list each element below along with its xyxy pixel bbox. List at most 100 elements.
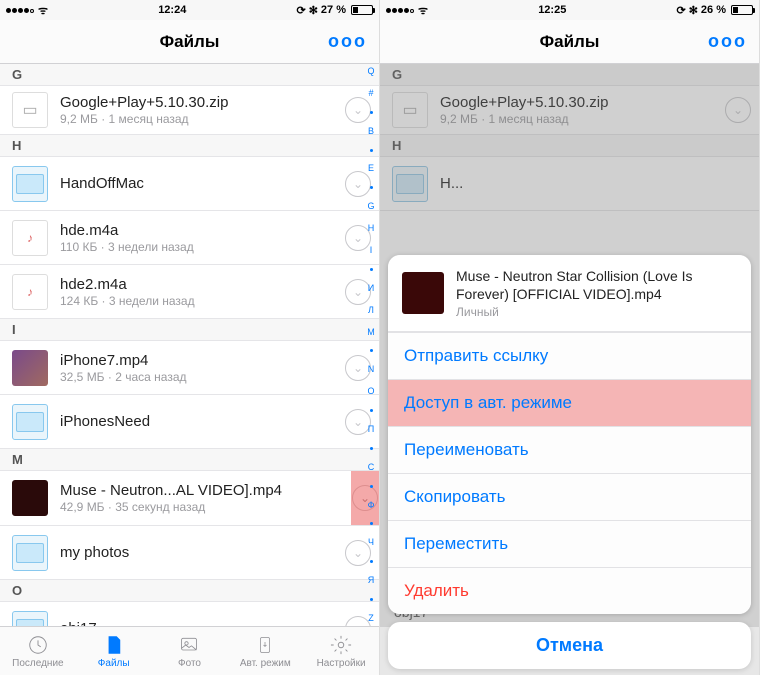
sheet-file-title: Muse - Neutron Star Collision (Love Is F… [456, 267, 737, 303]
screen-left: ᯤ 12:24 ⟳ ✻ 27 % Файлы ooo G▭Google+Play… [0, 0, 380, 675]
index-letter[interactable]: E [368, 164, 374, 173]
index-letter[interactable]: Z [368, 614, 374, 623]
status-time: 12:24 [158, 4, 186, 16]
index-letter[interactable]: G [367, 202, 374, 211]
screen-right: ᯤ 12:25 ⟳ ✻ 26 % Файлы ooo G ▭ Google+Pl… [380, 0, 760, 675]
orientation-lock-icon: ⟳ [676, 4, 685, 17]
row-title: iPhonesNeed [60, 413, 345, 430]
folder-icon [12, 535, 48, 571]
sheet-header: Muse - Neutron Star Collision (Love Is F… [388, 255, 751, 332]
files-icon [102, 634, 126, 656]
index-letter[interactable]: П [368, 425, 374, 434]
table-row[interactable]: iPhonesNeed⌄ [0, 395, 379, 449]
index-letter[interactable]: Q [367, 67, 374, 76]
folder-icon [12, 166, 48, 202]
action-sheet: Muse - Neutron Star Collision (Love Is F… [388, 255, 751, 669]
table-row[interactable]: ♪hde.m4a110 КБ · 3 недели назад⌄ [0, 211, 379, 265]
video-thumbnail [402, 272, 444, 314]
wifi-icon: ᯤ [418, 3, 428, 18]
section-header: M [0, 449, 379, 471]
status-time: 12:25 [538, 4, 566, 16]
index-letter[interactable]: С [368, 463, 375, 472]
status-bar: ᯤ 12:24 ⟳ ✻ 27 % [0, 0, 379, 20]
index-letter[interactable]: B [368, 127, 374, 136]
index-letter[interactable]: O [367, 387, 374, 396]
table-row[interactable]: Muse - Neutron...AL VIDEO].mp442,9 МБ · … [0, 471, 379, 526]
table-row[interactable]: ▭Google+Play+5.10.30.zip9,2 МБ · 1 месяц… [0, 86, 379, 135]
sheet-item-delete[interactable]: Удалить [388, 567, 751, 614]
tab-settings[interactable]: Настройки [303, 627, 379, 675]
audio-icon: ♪ [12, 274, 48, 310]
row-title: HandOffMac [60, 175, 345, 192]
file-list[interactable]: G▭Google+Play+5.10.30.zip9,2 МБ · 1 меся… [0, 64, 379, 626]
index-letter[interactable] [370, 268, 373, 271]
row-title: hde.m4a [60, 222, 345, 239]
nav-bar: Файлы ooo [0, 20, 379, 64]
section-index[interactable]: Q # B E G H I И Л M N O П С Ф Ч Я Z [364, 65, 378, 625]
index-letter[interactable] [370, 560, 373, 563]
tab-label: Настройки [317, 658, 366, 669]
bluetooth-icon: ✻ [689, 4, 698, 17]
index-letter[interactable]: Ф [368, 501, 375, 510]
cancel-button[interactable]: Отмена [388, 622, 751, 669]
battery-icon [731, 5, 753, 15]
tab-label: Фото [178, 658, 201, 669]
sheet-item-move[interactable]: Переместить [388, 520, 751, 567]
more-button[interactable]: ooo [328, 31, 367, 52]
index-letter[interactable]: I [370, 246, 373, 255]
table-row[interactable]: my photos⌄ [0, 526, 379, 580]
index-letter[interactable] [370, 522, 373, 525]
settings-icon [329, 634, 353, 656]
tab-recent[interactable]: Последние [0, 627, 76, 675]
bluetooth-icon: ✻ [309, 4, 318, 17]
index-letter[interactable] [370, 409, 373, 412]
index-letter[interactable] [370, 485, 373, 488]
row-title: my photos [60, 544, 345, 561]
row-subtitle: 42,9 МБ · 35 секунд назад [60, 500, 351, 514]
index-letter[interactable]: Я [368, 576, 375, 585]
table-row[interactable]: HandOffMac⌄ [0, 157, 379, 211]
index-letter[interactable]: M [367, 328, 375, 337]
sheet-item-offline-access[interactable]: Доступ в авт. режиме [388, 379, 751, 426]
row-title: Google+Play+5.10.30.zip [60, 94, 345, 111]
section-header: I [0, 319, 379, 341]
index-letter[interactable] [370, 111, 373, 114]
index-letter[interactable] [370, 349, 373, 352]
index-letter[interactable]: Ч [368, 538, 374, 547]
sheet-item-copy[interactable]: Скопировать [388, 473, 751, 520]
sheet-file-subtitle: Личный [456, 305, 737, 319]
table-row[interactable]: iPhone7.mp432,5 МБ · 2 часа назад⌄ [0, 341, 379, 395]
section-header: G [0, 64, 379, 86]
tab-label: Файлы [98, 658, 130, 669]
index-letter[interactable]: H [368, 224, 375, 233]
section-header: H [0, 135, 379, 157]
index-letter[interactable]: Л [368, 306, 374, 315]
row-subtitle: 32,5 МБ · 2 часа назад [60, 370, 345, 384]
index-letter[interactable] [370, 447, 373, 450]
audio-icon: ♪ [12, 220, 48, 256]
table-row[interactable]: ♪hde2.m4a124 КБ · 3 недели назад⌄ [0, 265, 379, 319]
index-letter[interactable]: И [368, 284, 374, 293]
sheet-item-rename[interactable]: Переименовать [388, 426, 751, 473]
row-title: Muse - Neutron...AL VIDEO].mp4 [60, 482, 351, 499]
tab-files[interactable]: Файлы [76, 627, 152, 675]
row-title: hde2.m4a [60, 276, 345, 293]
index-letter[interactable] [370, 149, 373, 152]
battery-icon [351, 5, 373, 15]
page-title: Файлы [540, 32, 600, 52]
table-row[interactable]: obj17⌄ [0, 602, 379, 626]
more-button[interactable]: ooo [708, 31, 747, 52]
index-letter[interactable] [370, 186, 373, 189]
section-header: O [0, 580, 379, 602]
photo-icon [177, 634, 201, 656]
tab-offline[interactable]: Авт. режим [227, 627, 303, 675]
folder-icon [12, 611, 48, 627]
row-title: iPhone7.mp4 [60, 352, 345, 369]
sheet-item-share-link[interactable]: Отправить ссылку [388, 332, 751, 379]
battery-pct: 26 % [701, 4, 726, 16]
index-letter[interactable]: # [368, 89, 373, 98]
index-letter[interactable] [370, 598, 373, 601]
index-letter[interactable]: N [368, 365, 375, 374]
tab-label: Последние [12, 658, 63, 669]
tab-photo[interactable]: Фото [152, 627, 228, 675]
